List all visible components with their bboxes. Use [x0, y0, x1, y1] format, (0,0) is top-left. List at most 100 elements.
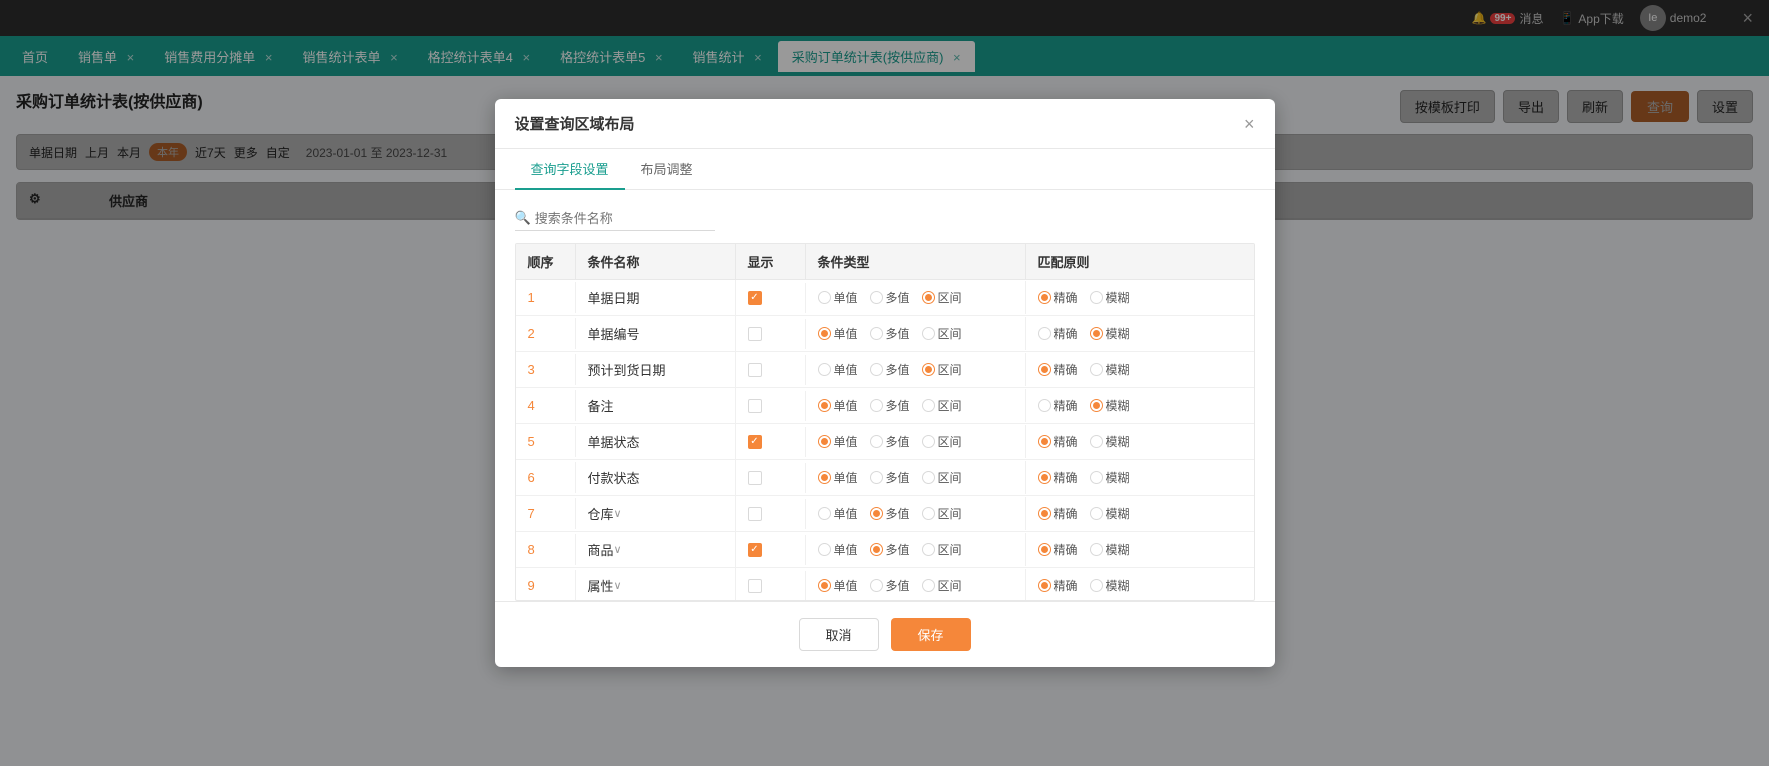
- radio-multi-1[interactable]: 多值: [870, 289, 910, 306]
- checkbox-2[interactable]: [748, 327, 762, 341]
- modal-title: 设置查询区域布局: [515, 113, 635, 134]
- table-row: 6 付款状态 单值 多值 区间: [516, 460, 1254, 496]
- radio-single-1[interactable]: 单值: [818, 289, 858, 306]
- table-row: 4 备注 单值 多值 区间: [516, 388, 1254, 424]
- checkbox-6[interactable]: [748, 471, 762, 485]
- radio-single-2[interactable]: 单值: [818, 325, 858, 342]
- radio-exact-7[interactable]: 精确: [1038, 505, 1078, 522]
- cancel-button[interactable]: 取消: [799, 618, 879, 651]
- checkbox-1[interactable]: [748, 291, 762, 305]
- search-icon: 🔍: [515, 210, 531, 226]
- radio-range-9[interactable]: 区间: [922, 577, 962, 594]
- radio-multi-4[interactable]: 多值: [870, 397, 910, 414]
- cell-type-8: 单值 多值 区间: [806, 533, 1026, 566]
- radio-single-5[interactable]: 单值: [818, 433, 858, 450]
- tab-fields[interactable]: 查询字段设置: [515, 149, 625, 190]
- radio-range-8[interactable]: 区间: [922, 541, 962, 558]
- modal-header: 设置查询区域布局 ×: [495, 99, 1275, 149]
- radio-fuzzy-6[interactable]: 模糊: [1090, 469, 1130, 486]
- radio-multi-5[interactable]: 多值: [870, 433, 910, 450]
- checkbox-7[interactable]: [748, 507, 762, 521]
- radio-group-type-3: 单值 多值 区间: [818, 361, 962, 378]
- radio-single-7[interactable]: 单值: [818, 505, 858, 522]
- search-input[interactable]: [535, 211, 695, 226]
- radio-group-type-7: 单值 多值 区间: [818, 505, 962, 522]
- cell-name-6: 付款状态: [576, 460, 736, 495]
- radio-multi-9[interactable]: 多值: [870, 577, 910, 594]
- cell-match-3: 精确 模糊: [1026, 353, 1246, 386]
- table-row: 8 商品 ∨ 单值 多值 区间: [516, 532, 1254, 568]
- cell-type-1: 单值 多值 区间: [806, 281, 1026, 314]
- radio-range-3[interactable]: 区间: [922, 361, 962, 378]
- radio-fuzzy-1[interactable]: 模糊: [1090, 289, 1130, 306]
- checkbox-9[interactable]: [748, 579, 762, 593]
- cell-type-5: 单值 多值 区间: [806, 425, 1026, 458]
- modal-close-button[interactable]: ×: [1244, 115, 1255, 133]
- radio-exact-6[interactable]: 精确: [1038, 469, 1078, 486]
- radio-range-2[interactable]: 区间: [922, 325, 962, 342]
- radio-exact-4[interactable]: 精确: [1038, 397, 1078, 414]
- checkbox-5[interactable]: [748, 435, 762, 449]
- radio-multi-6[interactable]: 多值: [870, 469, 910, 486]
- cell-name-5: 单据状态: [576, 424, 736, 459]
- cell-order-1: 1: [516, 282, 576, 313]
- radio-multi-3[interactable]: 多值: [870, 361, 910, 378]
- cell-match-7: 精确 模糊: [1026, 497, 1246, 530]
- tab-layout[interactable]: 布局调整: [625, 149, 709, 190]
- radio-single-9[interactable]: 单值: [818, 577, 858, 594]
- radio-single-4[interactable]: 单值: [818, 397, 858, 414]
- search-bar: 🔍: [515, 206, 715, 231]
- cell-display-9: [736, 571, 806, 601]
- radio-range-5[interactable]: 区间: [922, 433, 962, 450]
- radio-multi-8[interactable]: 多值: [870, 541, 910, 558]
- cell-match-5: 精确 模糊: [1026, 425, 1246, 458]
- radio-fuzzy-9[interactable]: 模糊: [1090, 577, 1130, 594]
- radio-exact-9[interactable]: 精确: [1038, 577, 1078, 594]
- radio-exact-2[interactable]: 精确: [1038, 325, 1078, 342]
- radio-fuzzy-7[interactable]: 模糊: [1090, 505, 1130, 522]
- cell-type-3: 单值 多值 区间: [806, 353, 1026, 386]
- radio-range-1[interactable]: 区间: [922, 289, 962, 306]
- cell-match-4: 精确 模糊: [1026, 389, 1246, 422]
- cell-name-3: 预计到货日期: [576, 352, 736, 387]
- cell-name-1: 单据日期: [576, 280, 736, 315]
- radio-group-match-1: 精确 模糊: [1038, 289, 1130, 306]
- modal-body: 🔍 顺序 条件名称 显示 条件类型 匹配原则 1 单据日期: [495, 190, 1275, 601]
- table-row: 5 单据状态 单值 多值 区间: [516, 424, 1254, 460]
- checkbox-4[interactable]: [748, 399, 762, 413]
- cell-order-9: 9: [516, 570, 576, 600]
- radio-range-7[interactable]: 区间: [922, 505, 962, 522]
- save-button[interactable]: 保存: [891, 618, 971, 651]
- radio-exact-8[interactable]: 精确: [1038, 541, 1078, 558]
- checkbox-8[interactable]: [748, 543, 762, 557]
- radio-multi-7[interactable]: 多值: [870, 505, 910, 522]
- cell-order-4: 4: [516, 390, 576, 421]
- radio-single-8[interactable]: 单值: [818, 541, 858, 558]
- grid-container: 顺序 条件名称 显示 条件类型 匹配原则 1 单据日期: [515, 243, 1255, 601]
- radio-fuzzy-4[interactable]: 模糊: [1090, 397, 1130, 414]
- radio-fuzzy-2[interactable]: 模糊: [1090, 325, 1130, 342]
- radio-exact-5[interactable]: 精确: [1038, 433, 1078, 450]
- radio-group-match-8: 精确 模糊: [1038, 541, 1130, 558]
- radio-range-4[interactable]: 区间: [922, 397, 962, 414]
- cell-match-8: 精确 模糊: [1026, 533, 1246, 566]
- radio-group-match-4: 精确 模糊: [1038, 397, 1130, 414]
- radio-group-type-4: 单值 多值 区间: [818, 397, 962, 414]
- radio-multi-2[interactable]: 多值: [870, 325, 910, 342]
- table-row: 1 单据日期 单值 多值 区间: [516, 280, 1254, 316]
- cell-display-4: [736, 391, 806, 421]
- cell-display-5: [736, 427, 806, 457]
- cell-display-8: [736, 535, 806, 565]
- radio-fuzzy-3[interactable]: 模糊: [1090, 361, 1130, 378]
- cell-type-7: 单值 多值 区间: [806, 497, 1026, 530]
- radio-exact-1[interactable]: 精确: [1038, 289, 1078, 306]
- radio-single-6[interactable]: 单值: [818, 469, 858, 486]
- radio-fuzzy-8[interactable]: 模糊: [1090, 541, 1130, 558]
- radio-single-3[interactable]: 单值: [818, 361, 858, 378]
- cell-display-6: [736, 463, 806, 493]
- cell-display-7: [736, 499, 806, 529]
- radio-range-6[interactable]: 区间: [922, 469, 962, 486]
- radio-exact-3[interactable]: 精确: [1038, 361, 1078, 378]
- checkbox-3[interactable]: [748, 363, 762, 377]
- radio-fuzzy-5[interactable]: 模糊: [1090, 433, 1130, 450]
